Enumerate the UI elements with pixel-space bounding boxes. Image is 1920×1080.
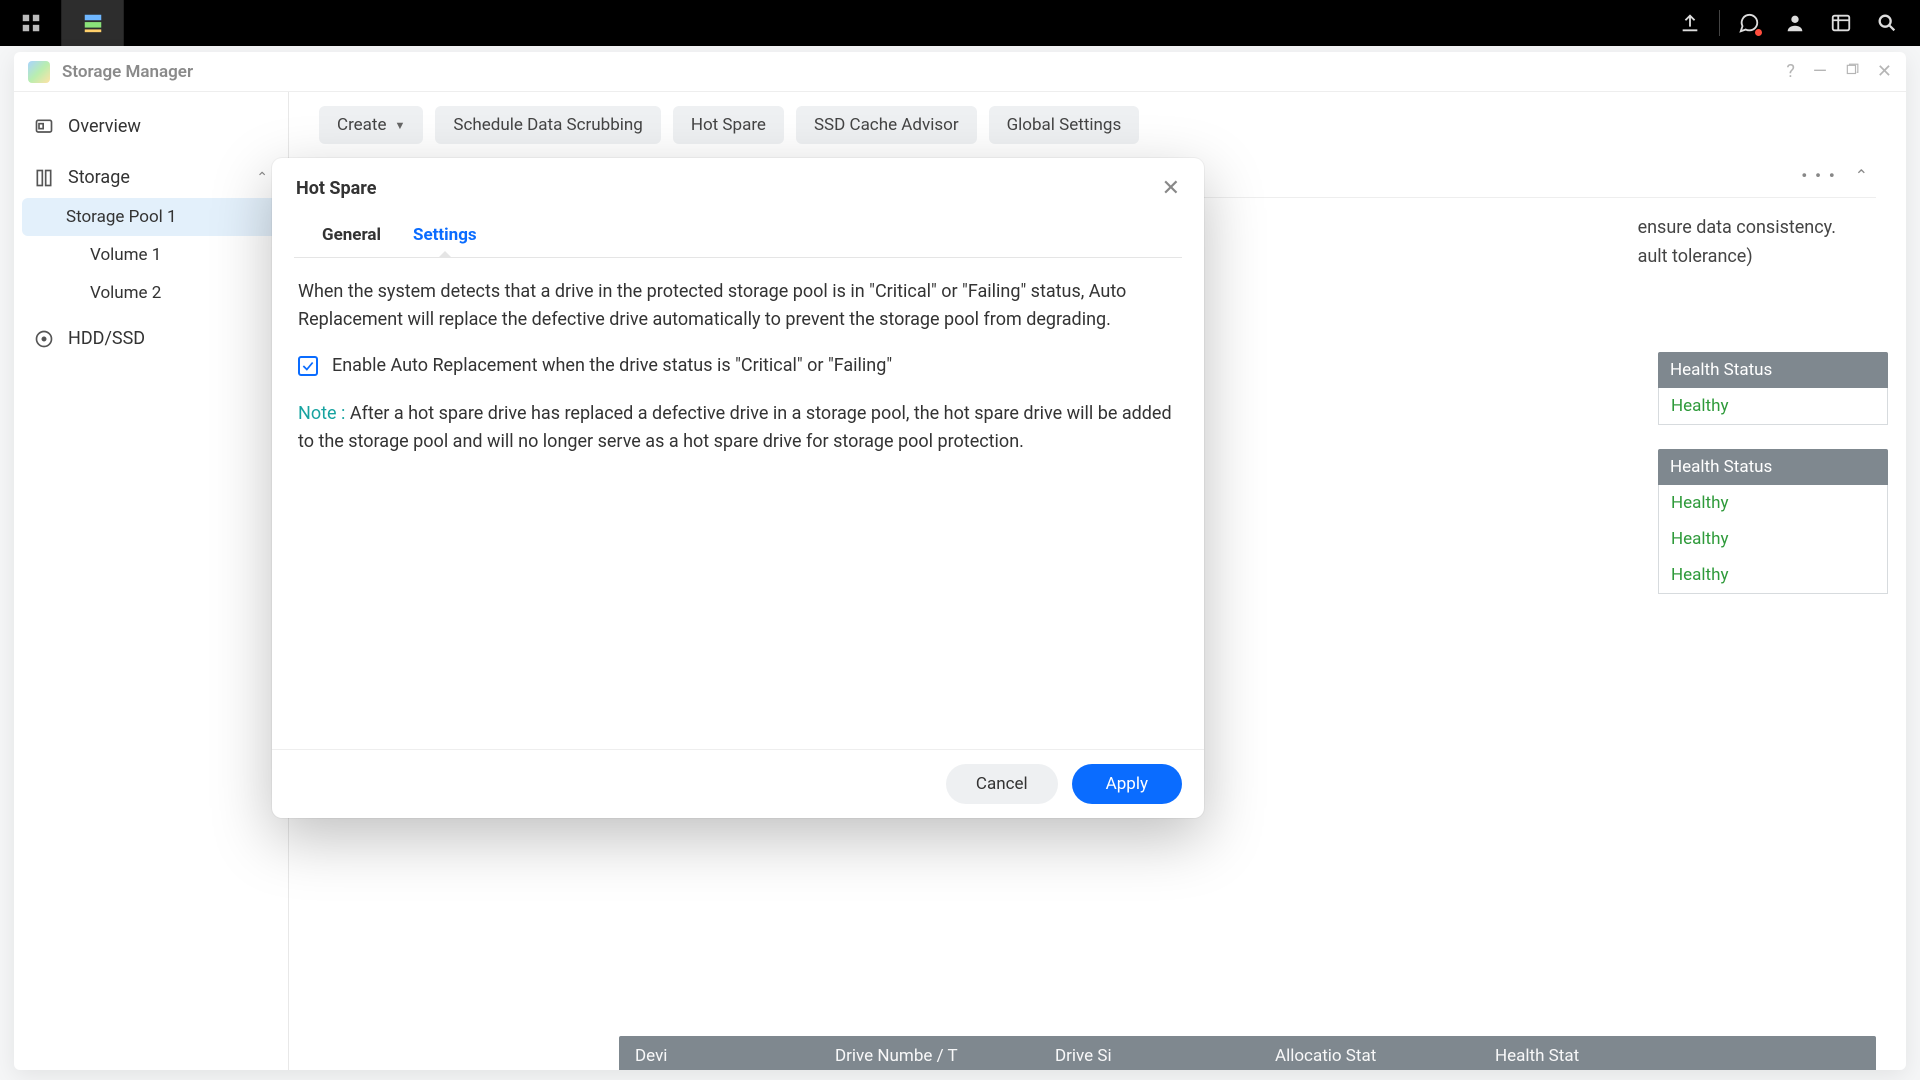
- sidebar-item-label: Overview: [68, 116, 141, 137]
- hot-spare-dialog: Hot Spare ✕ General Settings When the sy…: [272, 158, 1204, 818]
- window-title: Storage Manager: [62, 62, 193, 82]
- sidebar-item-label: Volume 2: [90, 283, 161, 303]
- toolbar: Create ▼ Schedule Data Scrubbing Hot Spa…: [319, 106, 1876, 144]
- health-status-value: Healthy: [1659, 557, 1887, 593]
- close-window-button[interactable]: ✕: [1877, 61, 1892, 82]
- health-header: Health Status: [1658, 352, 1888, 388]
- health-header: Health Status: [1658, 449, 1888, 485]
- sidebar-item-storage[interactable]: Storage ⌃: [22, 157, 280, 198]
- health-status-value: Healthy: [1659, 388, 1887, 424]
- widgets-icon[interactable]: [1818, 0, 1864, 46]
- tab-label: Settings: [413, 225, 477, 245]
- tab-general[interactable]: General: [318, 217, 385, 257]
- grid-icon: [20, 12, 42, 34]
- help-button[interactable]: ?: [1786, 61, 1795, 82]
- check-icon: [301, 359, 315, 373]
- sidebar-item-label: Volume 1: [90, 245, 161, 265]
- schedule-scrubbing-button[interactable]: Schedule Data Scrubbing: [435, 106, 660, 144]
- sidebar: Overview Storage ⌃ Storage Pool 1 Volume…: [14, 92, 289, 1070]
- button-label: Cancel: [976, 774, 1028, 794]
- health-column: Health Status Healthy Health Status Heal…: [1658, 352, 1888, 618]
- storage-icon: [34, 168, 54, 188]
- col-header: Allocatio Stat: [1275, 1046, 1495, 1066]
- button-label: Create: [337, 115, 387, 135]
- col-header: Devi: [635, 1046, 835, 1066]
- main-menu-button[interactable]: [0, 0, 62, 46]
- storage-app-icon: [82, 12, 104, 34]
- button-label: Hot Spare: [691, 115, 766, 135]
- health-block-2: Health Status Healthy Healthy Healthy: [1658, 449, 1888, 594]
- sidebar-item-vol1[interactable]: Volume 1: [22, 236, 280, 274]
- button-label: Schedule Data Scrubbing: [453, 115, 642, 135]
- create-button[interactable]: Create ▼: [319, 106, 423, 144]
- dialog-footer: Cancel Apply: [272, 749, 1204, 818]
- col-header: Health Stat: [1495, 1046, 1860, 1066]
- tray-divider: [1719, 10, 1720, 36]
- col-header: Drive Numbe / T: [835, 1046, 1055, 1066]
- info-text-fragment: ault tolerance): [1638, 243, 1836, 272]
- user-icon[interactable]: [1772, 0, 1818, 46]
- button-label: Apply: [1106, 774, 1148, 794]
- more-actions-button[interactable]: • • •: [1801, 166, 1836, 185]
- dialog-close-button[interactable]: ✕: [1162, 176, 1180, 201]
- dialog-body: When the system detects that a drive in …: [272, 258, 1204, 749]
- health-status-value: Healthy: [1659, 521, 1887, 557]
- collapse-panel-button[interactable]: ⌃: [1855, 166, 1868, 185]
- search-icon[interactable]: [1864, 0, 1910, 46]
- ssd-cache-advisor-button[interactable]: SSD Cache Advisor: [796, 106, 977, 144]
- disk-icon: [34, 329, 54, 349]
- dialog-description: When the system detects that a drive in …: [298, 278, 1178, 334]
- storage-manager-app-button[interactable]: [62, 0, 124, 46]
- sidebar-item-label: Storage Pool 1: [66, 207, 177, 227]
- dialog-note: Note : After a hot spare drive has repla…: [298, 400, 1178, 456]
- overview-icon: [34, 117, 54, 137]
- dialog-title: Hot Spare: [296, 178, 376, 199]
- chevron-up-icon: ⌃: [256, 170, 268, 186]
- checkbox-label: Enable Auto Replacement when the drive s…: [332, 352, 892, 380]
- health-block-1: Health Status Healthy: [1658, 352, 1888, 425]
- sidebar-item-hdd[interactable]: HDD/SSD: [22, 318, 280, 359]
- drive-table-header: Devi Drive Numbe / T Drive Si Allocatio …: [619, 1036, 1876, 1070]
- taskbar-apps: [0, 0, 124, 46]
- global-settings-button[interactable]: Global Settings: [989, 106, 1140, 144]
- window-titlebar: Storage Manager ? — ✕: [14, 52, 1906, 92]
- notification-dot-icon: [1754, 28, 1763, 37]
- sidebar-item-label: Storage: [68, 167, 130, 188]
- chat-icon[interactable]: [1726, 0, 1772, 46]
- sidebar-item-label: HDD/SSD: [68, 328, 145, 349]
- dialog-header: Hot Spare ✕: [272, 158, 1204, 211]
- maximize-button[interactable]: [1845, 61, 1859, 82]
- caret-down-icon: ▼: [395, 119, 406, 132]
- window-controls: ? — ✕: [1786, 61, 1892, 82]
- app-icon: [28, 61, 50, 83]
- system-taskbar: [0, 0, 1920, 46]
- apply-button[interactable]: Apply: [1072, 764, 1182, 804]
- hot-spare-button[interactable]: Hot Spare: [673, 106, 784, 144]
- auto-replacement-checkbox[interactable]: [298, 356, 318, 376]
- sidebar-item-pool1[interactable]: Storage Pool 1: [22, 198, 280, 236]
- minimize-button[interactable]: —: [1813, 61, 1827, 82]
- info-text-fragment: ensure data consistency.: [1638, 214, 1836, 243]
- note-text: After a hot spare drive has replaced a d…: [298, 403, 1172, 452]
- note-label: Note :: [298, 403, 345, 424]
- dialog-tabs: General Settings: [294, 211, 1182, 258]
- taskbar-tray: [1667, 0, 1920, 46]
- button-label: SSD Cache Advisor: [814, 115, 959, 135]
- sidebar-item-overview[interactable]: Overview: [22, 106, 280, 147]
- health-status-value: Healthy: [1659, 485, 1887, 521]
- col-header: Drive Si: [1055, 1046, 1275, 1066]
- cancel-button[interactable]: Cancel: [946, 764, 1058, 804]
- sidebar-item-vol2[interactable]: Volume 2: [22, 274, 280, 312]
- button-label: Global Settings: [1007, 115, 1122, 135]
- tab-settings[interactable]: Settings: [409, 217, 481, 257]
- tab-label: General: [322, 225, 381, 245]
- upload-tray-icon[interactable]: [1667, 0, 1713, 46]
- auto-replacement-checkbox-row: Enable Auto Replacement when the drive s…: [298, 352, 1178, 380]
